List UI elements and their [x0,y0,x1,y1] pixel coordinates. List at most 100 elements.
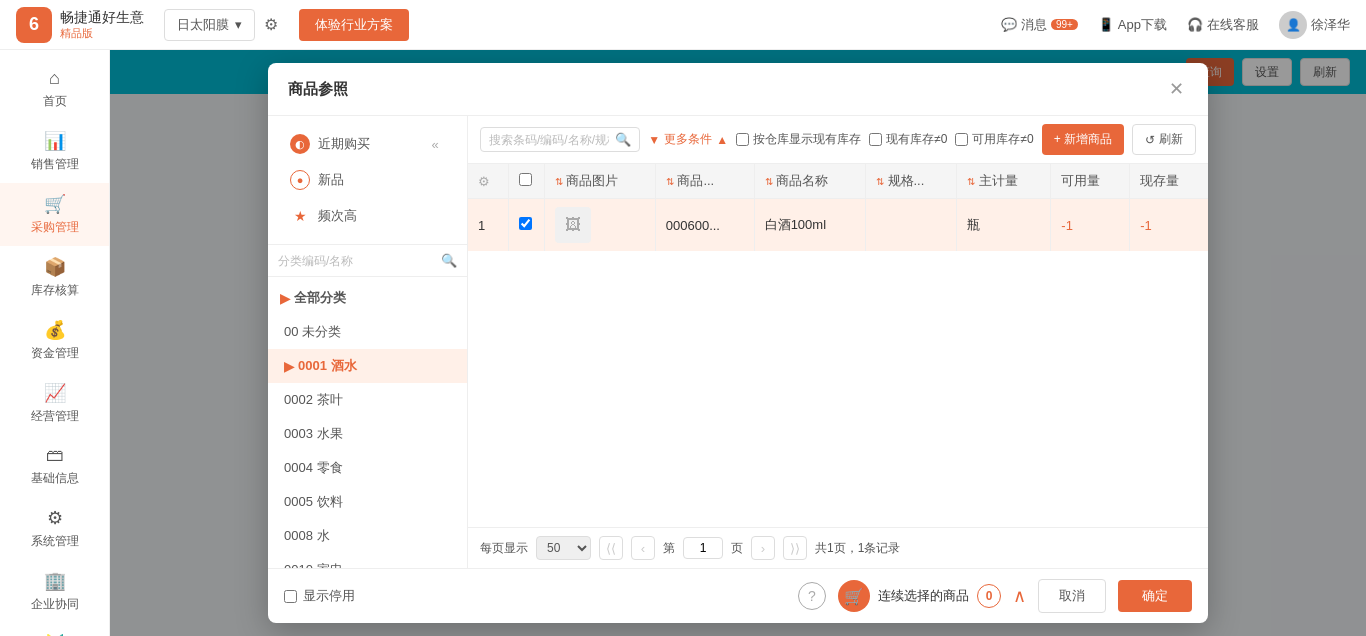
page-prev-btn[interactable]: ‹ [631,536,655,560]
sidebar-label-sales: 销售管理 [31,156,79,173]
modal: 商品参照 ✕ ◐ 近期购买 « ● [268,63,1208,623]
cat-0005[interactable]: 0005 饮料 [268,485,467,519]
finance-icon: 💰 [44,319,66,341]
checkbox-available-input[interactable] [869,133,882,146]
modal-body: ◐ 近期购买 « ● 新品 ★ 频次高 [268,116,1208,568]
th-image-sort-icon: ⇅ [555,176,563,187]
category-search-input[interactable] [278,254,435,268]
online-service-btn[interactable]: 🎧 在线客服 [1187,16,1259,34]
system-icon: ⚙ [47,507,63,529]
user-area[interactable]: 👤 徐泽华 [1279,11,1350,39]
search-icon[interactable]: 🔍 [615,132,631,147]
sidebar-item-operations[interactable]: 📈 经营管理 [0,372,109,435]
checkbox-warehouse-input[interactable] [736,133,749,146]
sidebar-item-finance[interactable]: 💰 资金管理 [0,309,109,372]
footer-right: ? 🛒 连续选择的商品 0 ∧ 取消 确定 [798,579,1192,613]
operations-icon: 📈 [44,382,66,404]
refresh-btn[interactable]: ↺ 刷新 [1132,124,1196,155]
page-last-btn[interactable]: ⟩⟩ [783,536,807,560]
username: 徐泽华 [1311,16,1350,34]
sidebar-item-basic[interactable]: 🗃 基础信息 [0,435,109,497]
gear-icon[interactable]: ⚙ [255,9,287,41]
page-first-btn[interactable]: ⟨⟨ [599,536,623,560]
sidebar-item-sales[interactable]: 📊 销售管理 [0,120,109,183]
cat-0008-label: 0008 水 [284,527,330,545]
refresh-label: 刷新 [1159,131,1183,148]
sidebar-item-enterprise[interactable]: 🏢 企业协同 [0,560,109,623]
refresh-icon: ↺ [1145,133,1155,147]
row-stock: -1 [1130,199,1208,252]
right-panel: 🔍 ▼ 更多条件 ▲ 按仓库显示现有库存 [468,116,1208,568]
category-search-icon[interactable]: 🔍 [441,253,457,268]
sidebar-item-guide[interactable]: 🔰 新手引导 [0,623,109,636]
table-header-row: ⚙ ⇅ 商品图片 [468,164,1208,199]
message-btn[interactable]: 💬 消息 99+ [1001,16,1078,34]
cat-0008[interactable]: 0008 水 [268,519,467,553]
checkbox-available[interactable]: 现有库存≠0 [869,131,947,148]
cat-00[interactable]: 00 未分类 [268,315,467,349]
cat-0003[interactable]: 0003 水果 [268,417,467,451]
cat-all-arrow: ▶ [280,291,290,306]
table-row[interactable]: 1 🖼 [468,199,1208,252]
quick-new[interactable]: ● 新品 [278,162,457,198]
cat-0001[interactable]: ▶ 0001 酒水 [268,349,467,383]
checkbox-warehouse-label: 按仓库显示现有库存 [753,131,861,148]
table-settings-icon[interactable]: ⚙ [478,174,490,189]
row-checkbox[interactable] [519,217,532,230]
sidebar-item-system[interactable]: ⚙ 系统管理 [0,497,109,560]
quick-recent[interactable]: ◐ 近期购买 « [278,126,457,162]
category-list: ▶ 全部分类 00 未分类 ▶ 0001 酒水 0002 茶 [268,277,467,568]
sidebar-item-purchase[interactable]: 🛒 采购管理 [0,183,109,246]
show-disabled-label[interactable]: 显示停用 [284,587,355,605]
filter-btn[interactable]: ▼ 更多条件 ▲ [648,131,728,148]
checkbox-usable-input[interactable] [955,133,968,146]
home-icon: ⌂ [49,68,60,89]
sidebar-item-home[interactable]: ⌂ 首页 [0,58,109,120]
experience-btn[interactable]: 体验行业方案 [299,9,409,41]
nav-dropdown[interactable]: 日太阳膜 ▾ [164,9,255,41]
row-checkbox-cell [508,199,544,252]
checkbox-usable[interactable]: 可用库存≠0 [955,131,1033,148]
page-size-select[interactable]: 10 20 50 100 [536,536,591,560]
select-all-checkbox[interactable] [519,173,532,186]
top-nav: 6 畅捷通好生意 精品版 日太阳膜 ▾ ⚙ 体验行业方案 💬 消息 99+ 📱 … [0,0,1366,50]
sidebar-label-basic: 基础信息 [31,470,79,487]
page-input[interactable] [683,537,723,559]
sidebar-item-inventory[interactable]: 📦 库存核算 [0,246,109,309]
add-product-btn[interactable]: + 新增商品 [1042,124,1124,155]
sidebar-label-home: 首页 [43,93,67,110]
cat-0003-label: 0003 水果 [284,425,343,443]
show-disabled-checkbox[interactable] [284,590,297,603]
cart-count: 0 [977,584,1001,608]
search-box: 🔍 [480,127,640,152]
cart-area: 🛒 连续选择的商品 0 [838,580,1001,612]
message-icon: 💬 [1001,17,1017,32]
app-download-btn[interactable]: 📱 App下载 [1098,16,1167,34]
show-disabled-text: 显示停用 [303,587,355,605]
avatar: 👤 [1279,11,1307,39]
checkbox-warehouse[interactable]: 按仓库显示现有库存 [736,131,861,148]
th-available-label: 可用量 [1061,173,1100,188]
cat-0004[interactable]: 0004 零食 [268,451,467,485]
page-next-btn[interactable]: › [751,536,775,560]
basic-icon: 🗃 [46,445,64,466]
filter-icon: ▼ [648,133,660,147]
cat-0002[interactable]: 0002 茶叶 [268,383,467,417]
quick-frequent[interactable]: ★ 频次高 [278,198,457,234]
th-name-sort-icon: ⇅ [765,176,773,187]
cat-all[interactable]: ▶ 全部分类 [268,281,467,315]
collapse-footer-icon[interactable]: ∧ [1013,585,1026,607]
collapse-left-icon[interactable]: « [425,134,445,154]
search-input[interactable] [489,133,609,147]
cat-0010[interactable]: 0010 家电 [268,553,467,568]
main-layout: ⌂ 首页 📊 销售管理 🛒 采购管理 📦 库存核算 💰 资金管理 📈 经营管理 … [0,50,1366,636]
quick-recent-label: 近期购买 [318,135,370,153]
confirm-btn[interactable]: 确定 [1118,580,1192,612]
table-area: ⚙ ⇅ 商品图片 [468,164,1208,527]
th-checkbox [508,164,544,199]
row-image-cell: 🖼 [544,199,655,252]
page-label: 第 [663,540,675,557]
close-icon[interactable]: ✕ [1164,77,1188,101]
help-icon[interactable]: ? [798,582,826,610]
cancel-btn[interactable]: 取消 [1038,579,1106,613]
